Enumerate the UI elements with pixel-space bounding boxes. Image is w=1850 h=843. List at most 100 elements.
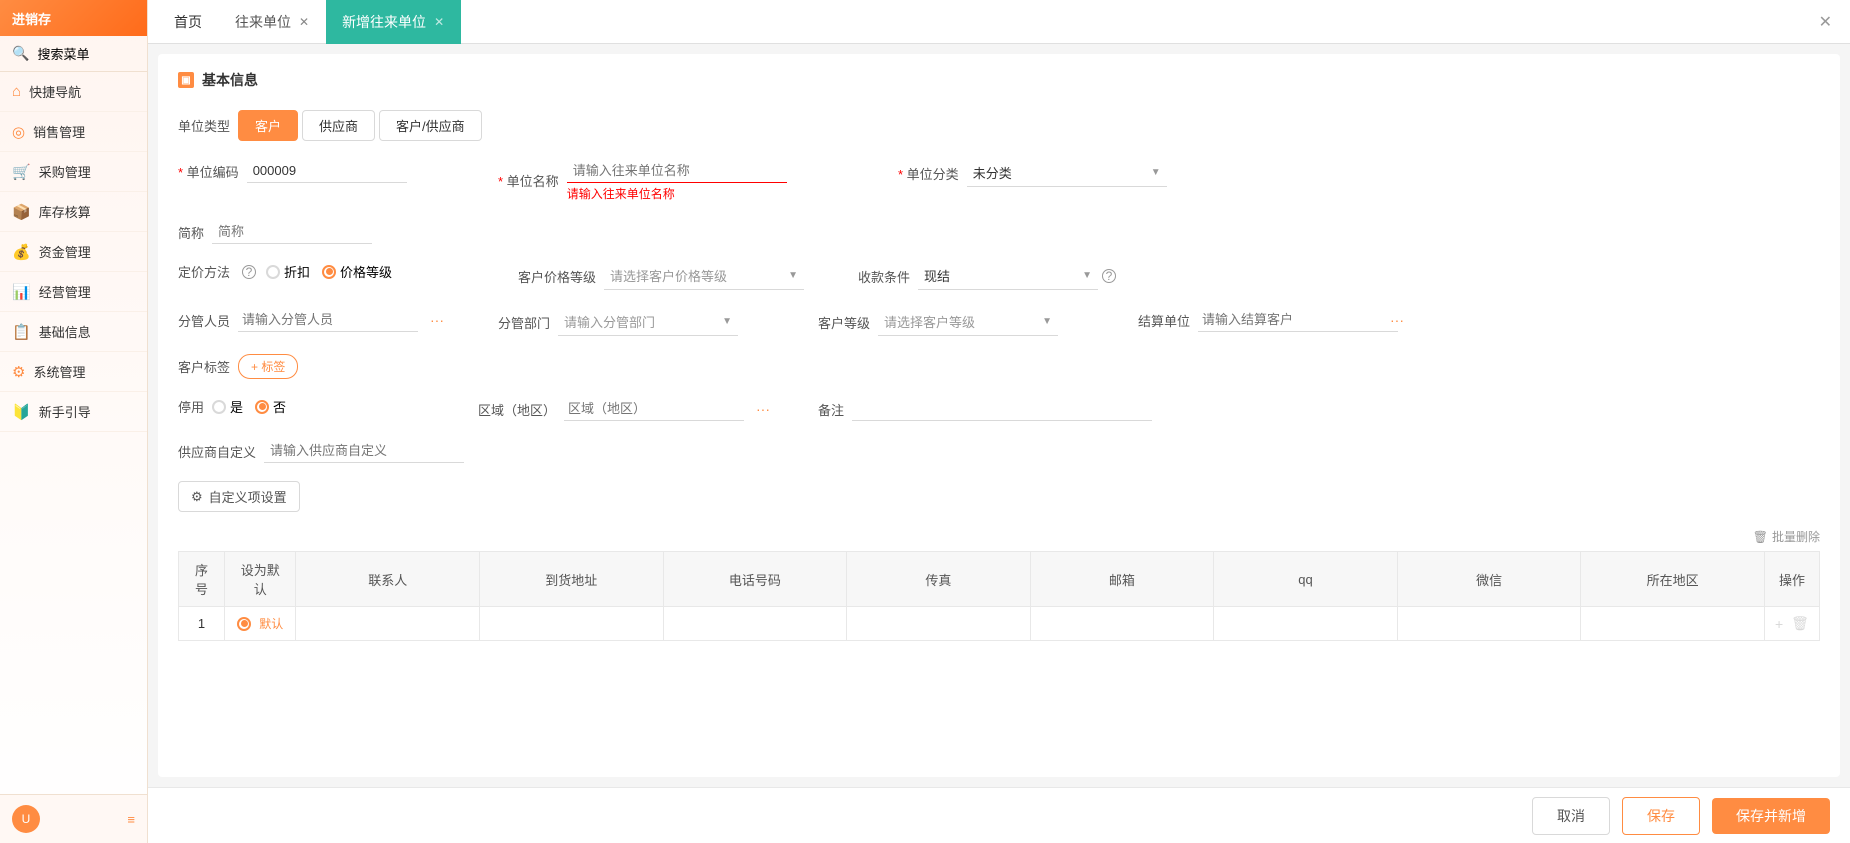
batch-delete-btn[interactable]: 🗑 批量删除 <box>1753 528 1820 545</box>
unit-category-value: 未分类 <box>973 163 1147 182</box>
custom-settings-label: 自定义项设置 <box>209 487 287 506</box>
cell-email[interactable] <box>1030 607 1214 641</box>
sidebar-item-sales[interactable]: ◎ 销售管理 <box>0 112 147 152</box>
chevron-payment-icon: ▼ <box>1082 270 1092 281</box>
manager-input[interactable] <box>238 308 422 331</box>
tab-partner-close[interactable]: ✕ <box>299 15 309 29</box>
sidebar-item-operations[interactable]: 📊 经营管理 <box>0 272 147 312</box>
operations-icon: 📊 <box>12 283 31 301</box>
delete-icon: 🗑 <box>1753 530 1768 544</box>
disable-radio-no[interactable]: 否 <box>255 397 286 416</box>
unit-category-select[interactable]: 未分类 ▼ <box>967 159 1167 187</box>
qq-input[interactable] <box>1224 616 1387 631</box>
settlement-input[interactable] <box>1198 308 1382 331</box>
radio-yes-circle <box>212 400 226 414</box>
form-group-remark: 备注 <box>818 397 1820 421</box>
tab-bar-close-all[interactable]: ✕ <box>1811 12 1840 32</box>
settlement-more-btn[interactable]: ··· <box>1386 312 1408 328</box>
pricing-help-icon[interactable]: ? <box>242 265 256 279</box>
form-group-disable: 停用 是 否 <box>178 397 458 416</box>
section-title: ▣ 基本信息 <box>178 70 1820 90</box>
tab-partner-label: 往来单位 <box>235 12 291 32</box>
home-icon: ⌂ <box>12 83 21 100</box>
row-region-input[interactable] <box>1591 616 1754 631</box>
fax-input[interactable] <box>857 616 1020 631</box>
manager-more-btn[interactable]: ··· <box>426 312 448 328</box>
custom-settings-btn[interactable]: ⚙ 自定义项设置 <box>178 481 300 512</box>
cell-fax[interactable] <box>847 607 1031 641</box>
unit-btn-supplier[interactable]: 供应商 <box>302 110 375 141</box>
cell-wechat[interactable] <box>1397 607 1581 641</box>
sidebar: 进销存 🔍 搜索菜单 ⌂ 快捷导航 ◎ 销售管理 🛒 采购管理 📦 库存核算 💰… <box>0 0 148 843</box>
form-group-manager: 分管人员 ··· <box>178 308 478 332</box>
sidebar-header: 进销存 <box>0 0 147 36</box>
sidebar-item-label: 快捷导航 <box>29 82 81 101</box>
address-input[interactable] <box>490 616 653 631</box>
settlement-input-wrap: ··· <box>1198 308 1398 332</box>
pricing-radio-group: 折扣 价格等级 <box>266 262 392 281</box>
cell-address[interactable] <box>480 607 664 641</box>
sidebar-item-system[interactable]: ⚙ 系统管理 <box>0 352 147 392</box>
col-address: 到货地址 <box>480 552 664 607</box>
pricing-label: 定价方法 <box>178 262 230 281</box>
pricing-radio-discount[interactable]: 折扣 <box>266 262 310 281</box>
phone-input[interactable] <box>674 616 837 631</box>
sidebar-item-purchase[interactable]: 🛒 采购管理 <box>0 152 147 192</box>
cell-phone[interactable] <box>663 607 847 641</box>
basic-info-icon: 📋 <box>12 323 31 341</box>
cell-qq[interactable] <box>1214 607 1398 641</box>
email-input[interactable] <box>1041 616 1204 631</box>
region-more-btn[interactable]: ··· <box>752 401 774 417</box>
sidebar-search-item[interactable]: 🔍 搜索菜单 <box>0 36 147 72</box>
short-name-label: 简称 <box>178 223 204 242</box>
customer-level-placeholder: 请选择客户等级 <box>884 312 1038 331</box>
sidebar-item-basic-info[interactable]: 📋 基础信息 <box>0 312 147 352</box>
unit-btn-both[interactable]: 客户/供应商 <box>379 110 482 141</box>
section-icon: ▣ <box>178 72 194 88</box>
disable-radio-group: 是 否 <box>212 397 286 416</box>
sidebar-item-quick-nav[interactable]: ⌂ 快捷导航 <box>0 72 147 112</box>
add-tag-btn[interactable]: + 标签 <box>238 354 298 379</box>
remark-input[interactable] <box>852 397 1152 421</box>
customer-price-select[interactable]: 请选择客户价格等级 ▼ <box>604 262 804 290</box>
payment-select[interactable]: 现结 ▼ <box>918 262 1098 290</box>
pricing-radio-level[interactable]: 价格等级 <box>322 262 392 281</box>
save-button[interactable]: 保存 <box>1622 797 1700 835</box>
tab-new-partner[interactable]: 新增往来单位 ✕ <box>326 0 461 44</box>
add-row-btn[interactable]: + <box>1775 616 1783 632</box>
customer-level-select[interactable]: 请选择客户等级 ▼ <box>878 308 1058 336</box>
col-seq: 序号 <box>179 552 225 607</box>
cancel-button[interactable]: 取消 <box>1532 797 1610 835</box>
sidebar-item-inventory[interactable]: 📦 库存核算 <box>0 192 147 232</box>
unit-btn-customer[interactable]: 客户 <box>238 110 298 141</box>
delete-row-btn[interactable]: 🗑 <box>1791 615 1809 632</box>
unit-name-input[interactable] <box>567 159 787 183</box>
sidebar-item-guide[interactable]: 🔰 新手引导 <box>0 392 147 432</box>
form-group-settlement: 结算单位 ··· <box>1138 308 1820 332</box>
contact-input[interactable] <box>306 616 469 631</box>
payment-help-icon[interactable]: ? <box>1102 269 1116 283</box>
form-group-region: 区域（地区） ··· <box>478 397 798 421</box>
payment-value: 现结 <box>924 266 1078 285</box>
wechat-input[interactable] <box>1408 616 1571 631</box>
short-name-input[interactable] <box>212 220 372 244</box>
payment-label: 收款条件 <box>858 267 910 286</box>
col-action: 操作 <box>1764 552 1819 607</box>
tab-home[interactable]: 首页 <box>158 0 219 44</box>
dept-placeholder: 请输入分管部门 <box>564 312 718 331</box>
cell-region[interactable] <box>1581 607 1765 641</box>
sales-icon: ◎ <box>12 123 25 141</box>
disable-radio-yes[interactable]: 是 <box>212 397 243 416</box>
tab-new-partner-close[interactable]: ✕ <box>434 15 444 29</box>
unit-code-input[interactable] <box>247 159 407 183</box>
dept-select[interactable]: 请输入分管部门 ▼ <box>558 308 738 336</box>
cell-contact[interactable] <box>296 607 480 641</box>
form-group-unit-type: 单位类型 客户 供应商 客户/供应商 <box>178 110 1820 141</box>
sidebar-item-finance[interactable]: 💰 资金管理 <box>0 232 147 272</box>
supplier-custom-input[interactable] <box>264 439 464 463</box>
tab-bar: 首页 往来单位 ✕ 新增往来单位 ✕ ✕ <box>148 0 1850 44</box>
tab-partner[interactable]: 往来单位 ✕ <box>219 0 326 44</box>
default-radio[interactable]: 默认 <box>235 615 286 632</box>
save-new-button[interactable]: 保存并新增 <box>1712 798 1830 834</box>
region-input[interactable] <box>564 397 748 420</box>
